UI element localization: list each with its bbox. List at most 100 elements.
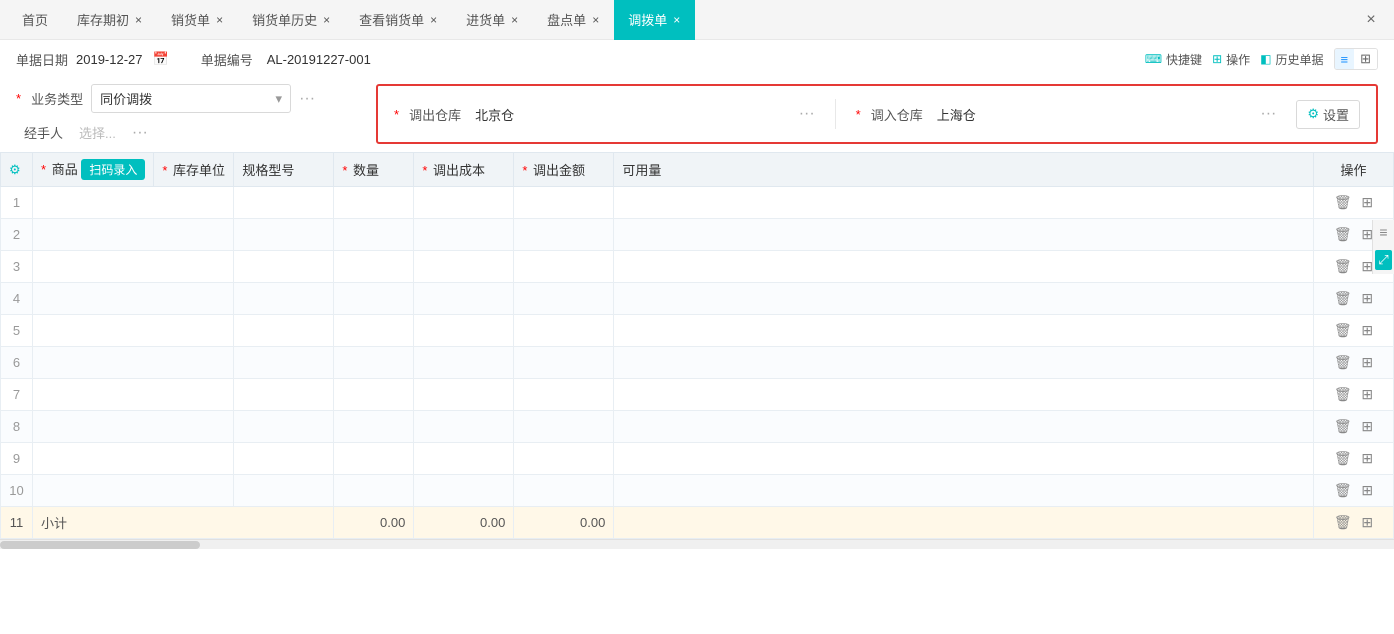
view-grid-button[interactable]: ⊞ <box>1354 49 1377 69</box>
handler-more[interactable]: ··· <box>132 124 148 142</box>
cell-available[interactable] <box>614 475 1314 507</box>
tab-sales-history[interactable]: 销货单历史 × <box>238 0 345 40</box>
view-list-button[interactable]: ≡ <box>1335 49 1355 69</box>
horizontal-scrollbar[interactable] <box>0 539 1394 549</box>
cell-amount[interactable] <box>514 187 614 219</box>
cell-qty[interactable] <box>334 411 414 443</box>
cell-unit[interactable] <box>234 475 334 507</box>
tab-close-stocktake[interactable]: × <box>592 13 599 27</box>
tab-transfer[interactable]: 调拨单 × <box>614 0 695 40</box>
history-button[interactable]: ◧ 历史单据 <box>1260 51 1323 68</box>
cell-cost[interactable] <box>414 411 514 443</box>
delete-icon[interactable]: 🗑 <box>1334 514 1352 530</box>
cell-product[interactable] <box>33 315 234 347</box>
cell-qty[interactable] <box>334 347 414 379</box>
cell-product[interactable] <box>33 475 234 507</box>
cell-cost[interactable] <box>414 475 514 507</box>
tab-close-inventory-init[interactable]: × <box>135 13 142 27</box>
delete-icon[interactable]: 🗑 <box>1334 226 1352 242</box>
biz-type-select[interactable]: 同价调拨 ▾ <box>91 84 291 113</box>
copy-icon[interactable]: ⊞ <box>1361 386 1373 402</box>
cell-unit[interactable] <box>234 251 334 283</box>
calendar-icon[interactable]: 📅 <box>153 51 169 67</box>
tab-sales-order[interactable]: 销货单 × <box>157 0 238 40</box>
copy-icon[interactable]: ⊞ <box>1361 450 1373 466</box>
cell-unit[interactable] <box>234 443 334 475</box>
cell-unit[interactable] <box>234 219 334 251</box>
cell-product[interactable] <box>33 411 234 443</box>
cell-available[interactable] <box>614 315 1314 347</box>
cell-available[interactable] <box>614 379 1314 411</box>
tab-inventory-init[interactable]: 库存期初 × <box>63 0 157 40</box>
cell-qty[interactable] <box>334 379 414 411</box>
biz-type-more[interactable]: ··· <box>299 90 315 108</box>
delete-icon[interactable]: 🗑 <box>1334 290 1352 306</box>
cell-amount[interactable] <box>514 411 614 443</box>
cell-unit[interactable] <box>234 411 334 443</box>
delete-icon[interactable]: 🗑 <box>1334 482 1352 498</box>
sidebar-list-icon[interactable]: ≡ <box>1379 224 1387 240</box>
cell-qty[interactable] <box>334 251 414 283</box>
cell-product[interactable] <box>33 251 234 283</box>
cell-cost[interactable] <box>414 251 514 283</box>
tab-close-view-sales[interactable]: × <box>430 13 437 27</box>
tab-view-sales[interactable]: 查看销货单 × <box>345 0 452 40</box>
settings-button[interactable]: ⚙ 设置 <box>1296 100 1360 129</box>
cell-amount[interactable] <box>514 475 614 507</box>
delete-icon[interactable]: 🗑 <box>1334 418 1352 434</box>
warehouse-out-more[interactable]: ··· <box>799 105 815 123</box>
copy-icon[interactable]: ⊞ <box>1361 418 1373 434</box>
cell-product[interactable] <box>33 187 234 219</box>
cell-cost[interactable] <box>414 283 514 315</box>
tab-stocktake[interactable]: 盘点单 × <box>533 0 614 40</box>
cell-product[interactable] <box>33 219 234 251</box>
cell-qty[interactable] <box>334 443 414 475</box>
cell-cost[interactable] <box>414 347 514 379</box>
th-settings[interactable]: ⚙ <box>1 153 33 187</box>
copy-icon[interactable]: ⊞ <box>1361 322 1373 338</box>
delete-icon[interactable]: 🗑 <box>1334 386 1352 402</box>
tab-purchase[interactable]: 进货单 × <box>452 0 533 40</box>
cell-product[interactable] <box>33 283 234 315</box>
cell-amount[interactable] <box>514 283 614 315</box>
cell-cost[interactable] <box>414 187 514 219</box>
scroll-thumb[interactable] <box>0 541 200 549</box>
copy-icon[interactable]: ⊞ <box>1361 482 1373 498</box>
delete-icon[interactable]: 🗑 <box>1334 194 1352 210</box>
warehouse-in-more[interactable]: ··· <box>1260 105 1276 123</box>
cell-cost[interactable] <box>414 379 514 411</box>
cell-cost[interactable] <box>414 443 514 475</box>
cell-available[interactable] <box>614 283 1314 315</box>
cell-cost[interactable] <box>414 219 514 251</box>
sidebar-expand-icon[interactable]: ⤢ <box>1375 250 1391 270</box>
delete-icon[interactable]: 🗑 <box>1334 258 1352 274</box>
delete-icon[interactable]: 🗑 <box>1334 322 1352 338</box>
cell-available[interactable] <box>614 251 1314 283</box>
cell-unit[interactable] <box>234 347 334 379</box>
tab-close-sales-history[interactable]: × <box>323 13 330 27</box>
cell-amount[interactable] <box>514 251 614 283</box>
cell-unit[interactable] <box>234 283 334 315</box>
cell-qty[interactable] <box>334 219 414 251</box>
cell-available[interactable] <box>614 219 1314 251</box>
cell-unit[interactable] <box>234 315 334 347</box>
cell-available[interactable] <box>614 411 1314 443</box>
cell-product[interactable] <box>33 379 234 411</box>
cell-amount[interactable] <box>514 379 614 411</box>
cell-product[interactable] <box>33 347 234 379</box>
cell-amount[interactable] <box>514 347 614 379</box>
cell-qty[interactable] <box>334 283 414 315</box>
copy-icon[interactable]: ⊞ <box>1361 354 1373 370</box>
cell-product[interactable] <box>33 443 234 475</box>
cell-amount[interactable] <box>514 315 614 347</box>
operation-button[interactable]: ⊞ 操作 <box>1212 51 1250 68</box>
tab-close-purchase[interactable]: × <box>511 13 518 27</box>
handler-placeholder[interactable]: 选择... <box>79 123 116 142</box>
cell-available[interactable] <box>614 347 1314 379</box>
delete-icon[interactable]: 🗑 <box>1334 354 1352 370</box>
cell-amount[interactable] <box>514 443 614 475</box>
copy-icon[interactable]: ⊞ <box>1361 194 1373 210</box>
copy-icon[interactable]: ⊞ <box>1361 514 1373 530</box>
cell-qty[interactable] <box>334 475 414 507</box>
copy-icon[interactable]: ⊞ <box>1361 290 1373 306</box>
